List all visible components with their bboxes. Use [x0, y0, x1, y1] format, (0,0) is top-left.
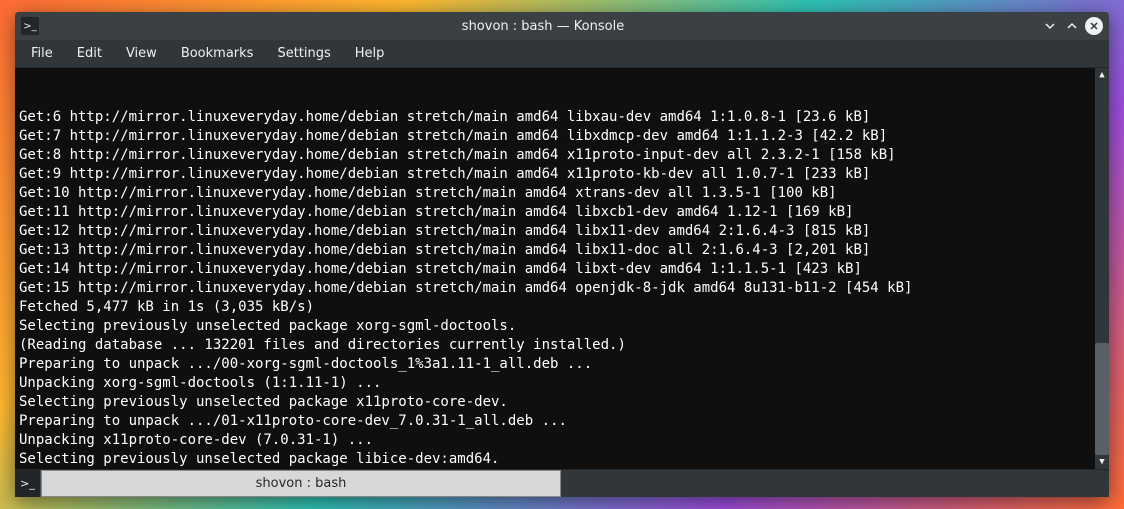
menu-edit[interactable]: Edit [65, 42, 114, 65]
menu-settings[interactable]: Settings [265, 42, 342, 65]
terminal-output[interactable]: Get:6 http://mirror.linuxeveryday.home/d… [15, 68, 1109, 469]
scrollbar[interactable]: ▲ ▼ [1095, 68, 1109, 469]
chevron-down-icon [1044, 20, 1056, 32]
menu-help[interactable]: Help [343, 42, 397, 65]
close-icon [1089, 21, 1099, 31]
tab-active[interactable]: shovon : bash [41, 470, 561, 497]
terminal-line: Selecting previously unselected package … [19, 317, 1105, 336]
new-tab-button[interactable]: >_ [15, 470, 41, 497]
minimize-button[interactable] [1041, 17, 1059, 35]
chevron-up-icon [1066, 20, 1078, 32]
menu-bookmarks[interactable]: Bookmarks [169, 42, 266, 65]
terminal-line: Selecting previously unselected package … [19, 393, 1105, 412]
terminal-line: Get:11 http://mirror.linuxeveryday.home/… [19, 203, 1105, 222]
terminal-line: Get:10 http://mirror.linuxeveryday.home/… [19, 184, 1105, 203]
terminal-line: Unpacking xorg-sgml-doctools (1:1.11-1) … [19, 374, 1105, 393]
terminal-line: Get:6 http://mirror.linuxeveryday.home/d… [19, 108, 1105, 127]
window-controls [1041, 17, 1103, 35]
scroll-thumb[interactable] [1095, 343, 1109, 455]
menu-view[interactable]: View [114, 42, 169, 65]
terminal-line: Get:9 http://mirror.linuxeveryday.home/d… [19, 165, 1105, 184]
terminal-line: Get:15 http://mirror.linuxeveryday.home/… [19, 279, 1105, 298]
titlebar[interactable]: >_ shovon : bash — Konsole [15, 12, 1109, 40]
scroll-down-arrow[interactable]: ▼ [1095, 455, 1109, 469]
terminal-line: Preparing to unpack .../01-x11proto-core… [19, 412, 1105, 431]
scroll-track[interactable] [1095, 82, 1109, 455]
terminal-line: Unpacking x11proto-core-dev (7.0.31-1) .… [19, 431, 1105, 450]
terminal-line: Preparing to unpack .../00-xorg-sgml-doc… [19, 355, 1105, 374]
menubar: File Edit View Bookmarks Settings Help [15, 40, 1109, 68]
terminal-line: (Reading database ... 132201 files and d… [19, 336, 1105, 355]
tabbar: >_ shovon : bash [15, 469, 1109, 497]
app-icon: >_ [21, 17, 39, 35]
menu-file[interactable]: File [19, 42, 65, 65]
terminal-line: Get:8 http://mirror.linuxeveryday.home/d… [19, 146, 1105, 165]
close-button[interactable] [1085, 17, 1103, 35]
terminal-line: Get:7 http://mirror.linuxeveryday.home/d… [19, 127, 1105, 146]
terminal-line: Selecting previously unselected package … [19, 450, 1105, 469]
terminal-line: Get:14 http://mirror.linuxeveryday.home/… [19, 260, 1105, 279]
terminal-line: Get:12 http://mirror.linuxeveryday.home/… [19, 222, 1105, 241]
terminal-line: Fetched 5,477 kB in 1s (3,035 kB/s) [19, 298, 1105, 317]
maximize-button[interactable] [1063, 17, 1081, 35]
scroll-up-arrow[interactable]: ▲ [1095, 68, 1109, 82]
window-title: shovon : bash — Konsole [45, 19, 1041, 34]
konsole-window: >_ shovon : bash — Konsole File Edit Vie… [15, 12, 1109, 497]
terminal-line: Get:13 http://mirror.linuxeveryday.home/… [19, 241, 1105, 260]
